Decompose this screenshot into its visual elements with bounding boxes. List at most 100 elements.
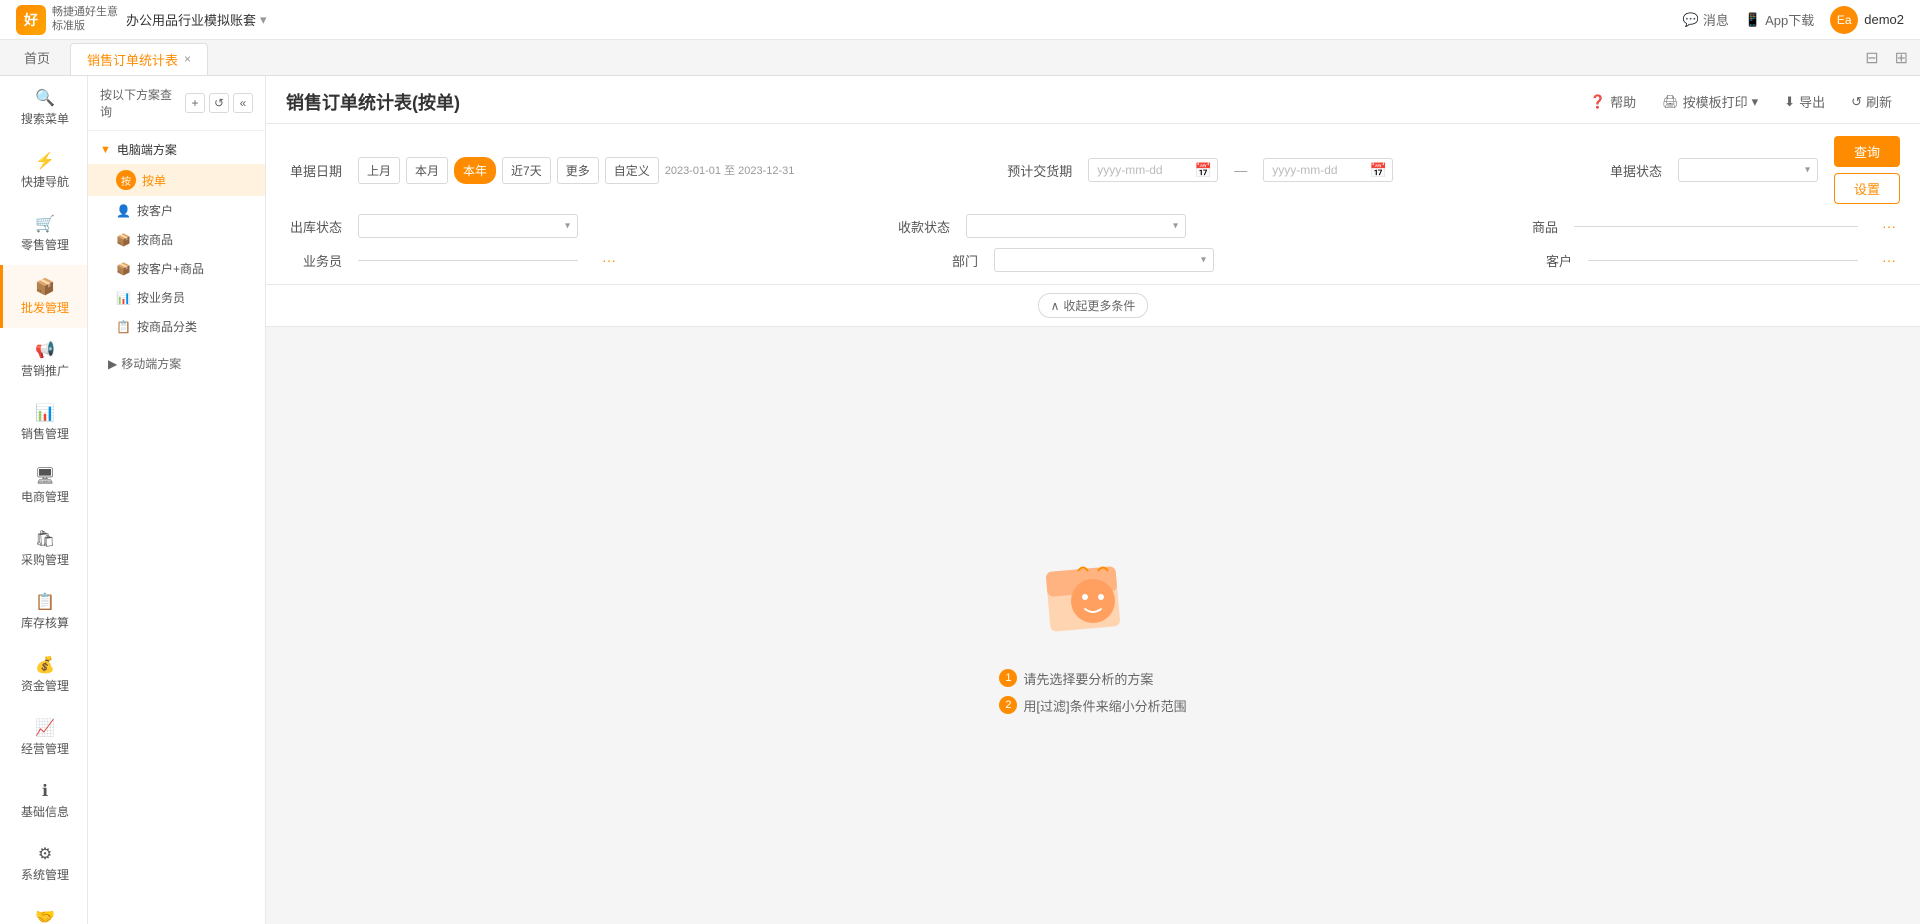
sidebar-item-finance[interactable]: 💰 资金管理 (0, 643, 87, 706)
calendar-start-icon[interactable]: 📅 (1195, 162, 1212, 179)
date-btn-more[interactable]: 更多 (557, 157, 599, 184)
logo-text: 畅捷通好生意 标准版 (52, 6, 118, 32)
chevron-up-icon: ∧ (1051, 299, 1060, 313)
print-btn[interactable]: 🖨 按模板打印 ▾ (1654, 88, 1766, 115)
sidebar-item-purchase[interactable]: 🛍 采购管理 (0, 517, 87, 580)
avatar: Ea (1830, 6, 1858, 34)
sidebar-item-sales[interactable]: 📊 销售管理 (0, 391, 87, 454)
date-btn-this-month[interactable]: 本月 (406, 157, 448, 184)
app-title-area[interactable]: 办公用品行业模拟账套 ▾ (126, 10, 267, 29)
search-icon: 🔍 (11, 88, 79, 108)
scheme-item-by-customer-product[interactable]: 📦 按客户+商品 (88, 254, 265, 283)
scheme-item-by-category-label: 按商品分类 (137, 318, 197, 335)
system-icon: ⚙ (11, 844, 79, 864)
scheme-group-mobile: ▶ 移动端方案 (88, 345, 265, 382)
scheme-collapse-btn[interactable]: « (233, 93, 253, 113)
department-select-wrapper (994, 248, 1214, 272)
out-status-label: 出库状态 (286, 217, 342, 236)
scheme-add-btn[interactable]: + (185, 93, 205, 113)
empty-state: 1 请先选择要分析的方案 2 用[过滤]条件来缩小分析范围 (266, 327, 1920, 924)
sidebar-item-operation[interactable]: 📈 经营管理 (0, 706, 87, 769)
date-label: 单据日期 (286, 161, 342, 180)
scheme-item-by-category[interactable]: 📋 按商品分类 (88, 312, 265, 341)
help-icon: ❓ (1590, 94, 1606, 110)
scheme-group-mobile-header[interactable]: ▶ 移动端方案 (88, 349, 265, 378)
by-customer-icon: 👤 (116, 204, 131, 218)
message-icon: 💬 (1683, 12, 1699, 28)
date-btn-last-month[interactable]: 上月 (358, 157, 400, 184)
settings-btn[interactable]: 设置 (1834, 173, 1900, 204)
scheme-item-by-customer-product-label: 按客户+商品 (137, 260, 204, 277)
query-btn[interactable]: 查询 (1834, 136, 1900, 167)
right-panel: 销售订单统计表(按单) ❓ 帮助 🖨 按模板打印 ▾ ⬇ 导出 (266, 76, 1920, 924)
tab-close-btn[interactable]: × (184, 52, 191, 66)
department-select[interactable] (994, 248, 1214, 272)
refresh-icon: ↺ (1851, 94, 1862, 110)
filter-row-2: 出库状态 收款状态 商品 (286, 214, 1900, 238)
sidebar-item-enterprise[interactable]: 🤝 企业协同 (0, 895, 87, 924)
left-panel: 按以下方案查询 + ↺ « ▼ 电脑端方案 按 按单 (88, 76, 266, 924)
status-select-wrapper (1678, 158, 1818, 182)
message-btn[interactable]: 💬 消息 (1683, 10, 1729, 29)
download-icon: 📱 (1745, 12, 1761, 28)
by-category-icon: 📋 (116, 320, 131, 334)
collapse-more-btn[interactable]: ∧ 收起更多条件 (1038, 293, 1149, 318)
user-area[interactable]: Ea demo2 (1830, 6, 1904, 34)
tab-active[interactable]: 销售订单统计表 × (70, 43, 208, 75)
out-status-select[interactable] (358, 214, 578, 238)
action-btn-group: 查询 设置 (1834, 136, 1900, 204)
purchase-icon: 🛍 (11, 529, 79, 549)
scheme-refresh-btn[interactable]: ↺ (209, 93, 229, 113)
scheme-group-pc-header[interactable]: ▼ 电脑端方案 (88, 135, 265, 164)
receipt-status-select-wrapper (966, 214, 1186, 238)
sidebar-item-system[interactable]: ⚙ 系统管理 (0, 832, 87, 895)
operation-icon: 📈 (11, 718, 79, 738)
sidebar-item-quick-nav[interactable]: ⚡ 快捷导航 (0, 139, 87, 202)
empty-num-2: 2 (999, 696, 1017, 714)
expected-delivery-start-wrapper: 📅 (1088, 158, 1218, 182)
receipt-status-select[interactable] (966, 214, 1186, 238)
scheme-item-by-order[interactable]: 按 按单 (88, 164, 265, 196)
sidebar-item-wholesale[interactable]: 📦 批发管理 (0, 265, 87, 328)
page-title: 销售订单统计表(按单) (286, 89, 460, 115)
tab-minimize-icon[interactable]: ⊟ (1861, 44, 1882, 72)
sidebar-item-inventory[interactable]: 📋 库存核算 (0, 580, 87, 643)
sidebar-item-retail[interactable]: 🛒 零售管理 (0, 202, 87, 265)
scheme-item-by-customer[interactable]: 👤 按客户 (88, 196, 265, 225)
collapse-row: ∧ 收起更多条件 (266, 285, 1920, 327)
product-ellipsis-btn[interactable]: ··· (1878, 218, 1900, 234)
sidebar-item-marketing[interactable]: 📢 营销推广 (0, 328, 87, 391)
sidebar-item-basic[interactable]: ℹ 基础信息 (0, 769, 87, 832)
refresh-btn[interactable]: ↺ 刷新 (1843, 88, 1900, 115)
main-layout: 🔍 搜索菜单 ⚡ 快捷导航 🛒 零售管理 📦 批发管理 📢 营销推广 📊 销售管… (0, 76, 1920, 924)
calendar-end-icon[interactable]: 📅 (1370, 162, 1387, 179)
customer-ellipsis-btn[interactable]: ··· (1878, 252, 1900, 268)
by-product-icon: 📦 (116, 233, 131, 247)
tab-maximize-icon[interactable]: ⊞ (1891, 44, 1912, 72)
top-bar: 好 畅捷通好生意 标准版 办公用品行业模拟账套 ▾ 💬 消息 📱 App下载 E… (0, 0, 1920, 40)
date-btn-this-year[interactable]: 本年 (454, 157, 496, 184)
tab-bar: 首页 销售订单统计表 × ⊟ ⊞ (0, 40, 1920, 76)
sidebar-item-ecommerce[interactable]: 🖥 电商管理 (0, 454, 87, 517)
sidebar-item-search[interactable]: 🔍 搜索菜单 (0, 76, 87, 139)
wholesale-icon: 📦 (11, 277, 79, 297)
app-title-dropdown-icon[interactable]: ▾ (260, 12, 267, 28)
salesperson-label: 业务员 (286, 251, 342, 270)
app-title: 办公用品行业模拟账套 (126, 10, 256, 29)
export-btn[interactable]: ⬇ 导出 (1776, 88, 1833, 115)
salesperson-ellipsis-btn[interactable]: ··· (598, 252, 620, 268)
date-btn-last-7days[interactable]: 近7天 (502, 157, 551, 184)
quick-nav-icon: ⚡ (11, 151, 79, 171)
scheme-item-by-salesperson[interactable]: 📊 按业务员 (88, 283, 265, 312)
help-btn[interactable]: ❓ 帮助 (1582, 88, 1644, 115)
empty-num-1: 1 (999, 669, 1017, 687)
status-select[interactable] (1678, 158, 1818, 182)
app-download-btn[interactable]: 📱 App下载 (1745, 10, 1814, 29)
receipt-status-label: 收款状态 (894, 217, 950, 236)
basic-icon: ℹ (11, 781, 79, 801)
date-btn-custom[interactable]: 自定义 (605, 157, 659, 184)
content-area: 按以下方案查询 + ↺ « ▼ 电脑端方案 按 按单 (88, 76, 1920, 924)
tab-home[interactable]: 首页 (8, 42, 66, 73)
tab-bar-right: ⊟ ⊞ (1861, 44, 1912, 72)
scheme-item-by-product[interactable]: 📦 按商品 (88, 225, 265, 254)
